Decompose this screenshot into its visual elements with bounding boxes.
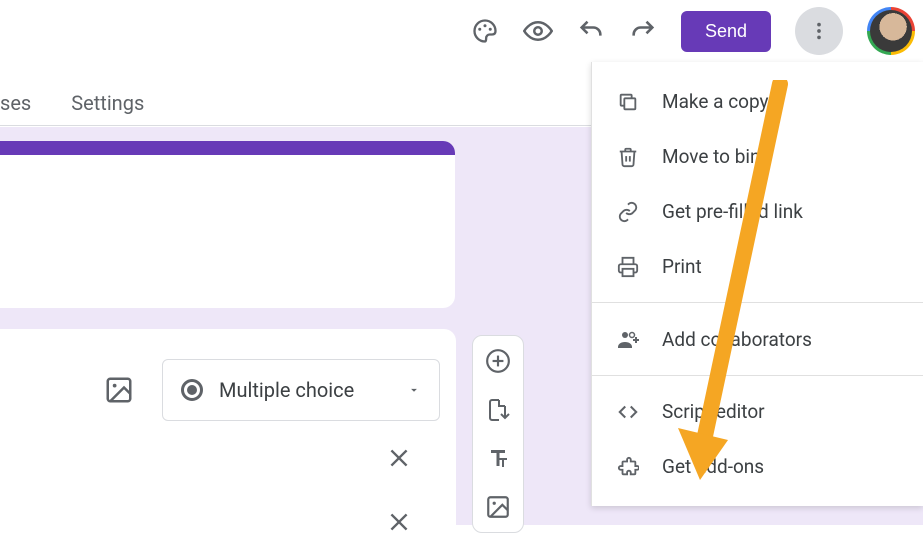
image-icon[interactable] [104, 375, 134, 405]
more-menu-button[interactable] [795, 7, 843, 55]
menu-item-label: Make a copy [662, 90, 769, 113]
send-button[interactable]: Send [681, 11, 771, 52]
copy-icon [616, 91, 640, 113]
menu-item-move-to-bin[interactable]: Move to bin [592, 129, 923, 184]
remove-option-icon[interactable] [386, 445, 412, 471]
avatar[interactable] [867, 7, 915, 55]
remove-option-icon[interactable] [386, 509, 412, 535]
link-icon [616, 201, 640, 223]
add-question-icon[interactable] [485, 348, 511, 374]
menu-divider [592, 302, 923, 303]
menu-item-add-collaborators[interactable]: Add collaborators [592, 311, 923, 367]
preview-icon[interactable] [523, 16, 553, 46]
menu-item-label: Get add-ons [662, 455, 764, 478]
print-icon [616, 256, 640, 278]
question-type-label: Multiple choice [219, 378, 354, 402]
code-icon [616, 401, 640, 423]
form-header-card[interactable] [0, 141, 455, 308]
tab-settings[interactable]: Settings [71, 91, 144, 115]
menu-item-make-copy[interactable]: Make a copy [592, 74, 923, 129]
more-menu: Make a copy Move to bin Get pre-filled l… [591, 62, 923, 506]
menu-item-script-editor[interactable]: Script editor [592, 384, 923, 439]
menu-item-label: Get pre-filled link [662, 200, 803, 223]
undo-icon[interactable] [577, 17, 605, 45]
tab-responses[interactable]: ses [0, 91, 31, 115]
add-title-icon[interactable] [486, 446, 510, 470]
redo-icon[interactable] [629, 17, 657, 45]
import-questions-icon[interactable] [486, 398, 510, 422]
question-top-row: Multiple choice [104, 359, 440, 421]
question-card[interactable]: Multiple choice [0, 329, 456, 529]
side-toolbar [472, 335, 524, 533]
add-people-icon [616, 327, 640, 351]
avatar-image [870, 10, 912, 52]
question-type-select[interactable]: Multiple choice [162, 359, 440, 421]
menu-item-get-addons[interactable]: Get add-ons [592, 439, 923, 494]
menu-item-prefilled-link[interactable]: Get pre-filled link [592, 184, 923, 239]
menu-item-label: Add collaborators [662, 328, 812, 351]
trash-icon [616, 146, 640, 168]
menu-divider [592, 375, 923, 376]
add-image-icon[interactable] [485, 494, 511, 520]
menu-item-label: Move to bin [662, 145, 761, 168]
menu-item-label: Print [662, 255, 702, 278]
extension-icon [616, 456, 640, 478]
top-bar: Send [0, 0, 923, 62]
menu-item-label: Script editor [662, 400, 765, 423]
chevron-down-icon [407, 383, 421, 397]
theme-icon[interactable] [471, 17, 499, 45]
menu-item-print[interactable]: Print [592, 239, 923, 294]
radio-icon [181, 379, 203, 401]
